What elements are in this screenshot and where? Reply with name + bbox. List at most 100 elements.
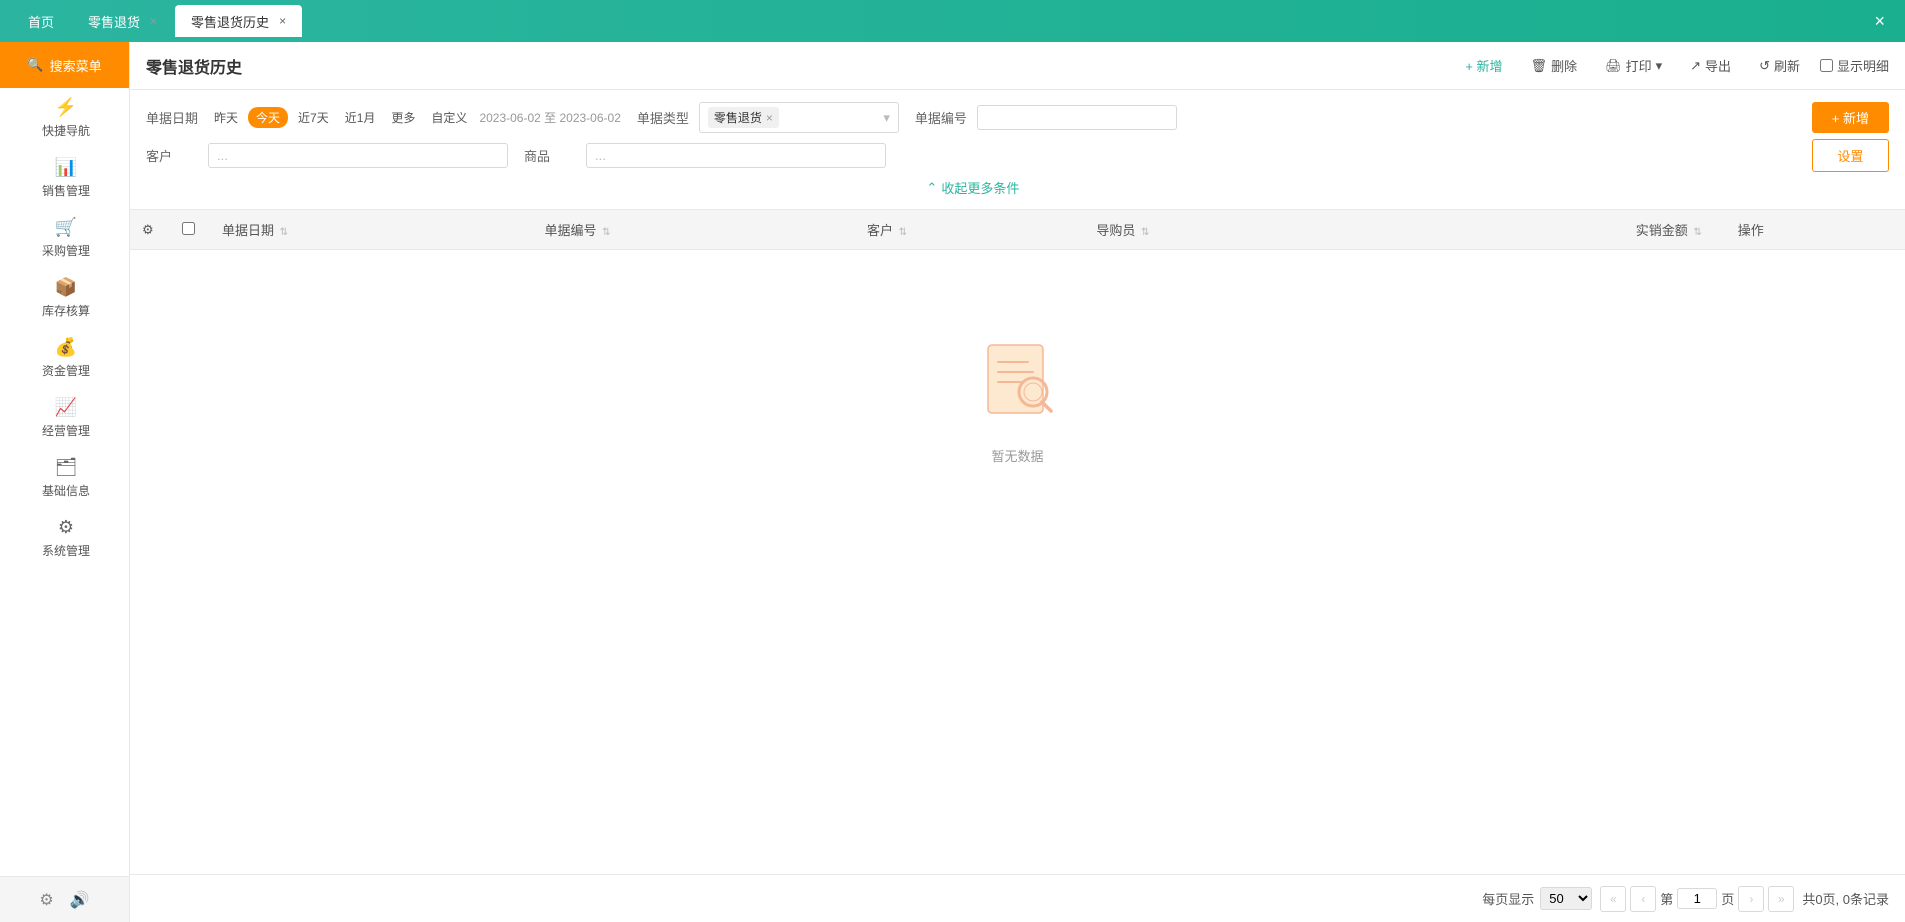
page-first-btn[interactable]: « <box>1600 886 1626 912</box>
basic-info-icon: 🗂 <box>55 457 78 478</box>
customer-input[interactable]: ... <box>208 143 508 168</box>
delete-button-label: 删除 <box>1551 56 1577 75</box>
sidebar-item-sales[interactable]: 📊 销售管理 <box>0 148 129 208</box>
collapse-filter-label: 收起更多条件 <box>941 178 1019 197</box>
page-header: 零售退货历史 + 新增 🗑 删除 🖨 打印 ▾ ↗ <box>130 42 1905 90</box>
date-1month-btn[interactable]: 近1月 <box>339 107 382 128</box>
export-button[interactable]: ↗ 导出 <box>1682 52 1739 79</box>
sidebar-item-finance[interactable]: 💰 资金管理 <box>0 328 129 388</box>
display-detail-checkbox[interactable] <box>1820 59 1833 72</box>
new-button[interactable]: + 新增 <box>1457 52 1510 79</box>
select-all-checkbox[interactable] <box>182 222 195 235</box>
page-prev-btn[interactable]: ‹ <box>1630 886 1656 912</box>
table-settings-icon[interactable]: ⚙ <box>142 222 154 237</box>
export-icon: ↗ <box>1690 58 1701 74</box>
settings-footer-icon[interactable]: ⚙ <box>39 890 53 910</box>
date-custom-btn[interactable]: 自定义 <box>425 107 473 128</box>
col-guide-sort[interactable]: ⇅ <box>1141 227 1149 238</box>
date-7days-btn[interactable]: 近7天 <box>292 107 335 128</box>
type-tag-remove[interactable]: × <box>766 111 773 125</box>
tab-home-label: 首页 <box>28 12 54 31</box>
tab-retail-return-history-label: 零售退货历史 <box>191 12 269 31</box>
tab-retail-return-close[interactable]: × <box>150 14 157 28</box>
col-amount-sort[interactable]: ⇅ <box>1693 227 1701 238</box>
empty-icon <box>968 330 1068 430</box>
page-next-btn[interactable]: › <box>1738 886 1764 912</box>
tab-home[interactable]: 首页 <box>12 5 70 37</box>
col-date-sort[interactable]: ⇅ <box>280 227 288 238</box>
sales-icon: 📊 <box>55 157 77 178</box>
page-number-input[interactable]: 1 <box>1677 888 1717 909</box>
type-select-dropdown[interactable]: 零售退货 × ▾ <box>699 102 899 133</box>
search-menu-button[interactable]: 🔍 搜索菜单 <box>0 42 129 88</box>
tab-retail-return-history[interactable]: 零售退货历史 × <box>175 5 302 37</box>
table-header: ⚙ 单据日期 ⇅ 单据编号 ⇅ <box>130 210 1905 250</box>
col-customer-label: 客户 <box>867 223 893 238</box>
col-customer-sort[interactable]: ⇅ <box>899 227 907 238</box>
header-actions: + 新增 🗑 删除 🖨 打印 ▾ ↗ 导出 <box>1457 52 1889 79</box>
filter-fields: 单据日期 昨天 今天 近7天 近1月 更多 自定义 2023-06-02 至 2… <box>146 102 1800 197</box>
customer-filter-label: 客户 <box>146 146 202 165</box>
empty-text: 暂无数据 <box>991 446 1043 465</box>
page-last-btn[interactable]: » <box>1768 886 1794 912</box>
sidebar-item-quick-nav[interactable]: ⚡ 快捷导航 <box>0 88 129 148</box>
filter-main-row: 单据日期 昨天 今天 近7天 近1月 更多 自定义 2023-06-02 至 2… <box>146 102 1889 197</box>
filter-row-1: 单据日期 昨天 今天 近7天 近1月 更多 自定义 2023-06-02 至 2… <box>146 102 1800 133</box>
filter-goods-item: 商品 ... <box>524 143 886 168</box>
sidebar-item-purchase-label: 采购管理 <box>42 242 90 259</box>
new-button-label: + 新增 <box>1465 56 1502 75</box>
goods-input[interactable]: ... <box>586 143 886 168</box>
per-page-select[interactable]: 10 20 50 100 <box>1540 887 1592 910</box>
refresh-button-label: 刷新 <box>1774 56 1800 75</box>
docnum-input[interactable] <box>977 105 1177 130</box>
filter-query-col: + 新增 设置 <box>1800 102 1889 197</box>
page-summary: 共0页, 0条记录 <box>1802 889 1889 908</box>
sidebar-item-operations[interactable]: 📈 经营管理 <box>0 388 129 448</box>
inventory-icon: 📦 <box>55 277 77 298</box>
finance-icon: 💰 <box>55 337 77 358</box>
refresh-icon: ↺ <box>1759 58 1770 74</box>
type-select-chevron: ▾ <box>883 110 890 126</box>
app-close-button[interactable]: × <box>1866 11 1893 32</box>
sidebar: 🔍 搜索菜单 ⚡ 快捷导航 📊 销售管理 🛒 采购管理 📦 库 <box>0 42 130 922</box>
sidebar-item-inventory[interactable]: 📦 库存核算 <box>0 268 129 328</box>
tab-retail-return-history-close[interactable]: × <box>279 14 286 28</box>
date-more-btn[interactable]: 更多 <box>385 107 421 128</box>
sidebar-item-system-label: 系统管理 <box>42 542 90 559</box>
top-bar: 首页 零售退货 × 零售退货历史 × × <box>0 0 1905 42</box>
refresh-button[interactable]: ↺ 刷新 <box>1751 52 1808 79</box>
tab-bar: 首页 零售退货 × 零售退货历史 × <box>12 5 1866 37</box>
page-input-group: 第 1 页 <box>1660 888 1734 909</box>
filter-date-item: 单据日期 昨天 今天 近7天 近1月 更多 自定义 2023-06-02 至 2… <box>146 107 621 128</box>
tab-retail-return[interactable]: 零售退货 × <box>72 5 173 37</box>
collapse-filter-button[interactable]: ⌃ 收起更多条件 <box>926 178 1019 197</box>
col-date: 单据日期 ⇅ <box>210 210 533 250</box>
col-docnum-sort[interactable]: ⇅ <box>602 227 610 238</box>
filter-settings-button[interactable]: 设置 <box>1812 139 1889 172</box>
filter-area: 单据日期 昨天 今天 近7天 近1月 更多 自定义 2023-06-02 至 2… <box>130 90 1905 210</box>
print-button[interactable]: 🖨 打印 ▾ <box>1597 52 1670 79</box>
search-menu-label: 搜索菜单 <box>50 56 102 75</box>
sidebar-item-basic-info[interactable]: 🗂 基础信息 <box>0 448 129 508</box>
col-docnum-label: 单据编号 <box>545 223 597 238</box>
date-today-btn[interactable]: 今天 <box>248 107 288 128</box>
date-yesterday-btn[interactable]: 昨天 <box>208 107 244 128</box>
delete-button[interactable]: 🗑 删除 <box>1523 52 1586 79</box>
data-table: ⚙ 单据日期 ⇅ 单据编号 ⇅ <box>130 210 1905 250</box>
type-tag: 零售退货 × <box>708 107 779 128</box>
goods-placeholder: ... <box>595 148 606 163</box>
main-layout: 🔍 搜索菜单 ⚡ 快捷导航 📊 销售管理 🛒 采购管理 📦 库 <box>0 42 1905 922</box>
col-settings: ⚙ <box>130 210 170 250</box>
sidebar-nav: ⚡ 快捷导航 📊 销售管理 🛒 采购管理 📦 库存核算 💰 资金管理 <box>0 88 129 876</box>
date-filter-label: 单据日期 <box>146 108 202 127</box>
col-amount: 实销金额 ⇅ <box>1360 210 1725 250</box>
purchase-icon: 🛒 <box>55 217 77 238</box>
audio-footer-icon[interactable]: 🔊 <box>70 890 90 910</box>
query-button[interactable]: + 新增 <box>1812 102 1889 133</box>
sidebar-item-purchase[interactable]: 🛒 采购管理 <box>0 208 129 268</box>
tab-retail-return-label: 零售退货 <box>88 12 140 31</box>
col-customer: 客户 ⇅ <box>855 210 1084 250</box>
col-docnum: 单据编号 ⇅ <box>533 210 856 250</box>
operations-icon: 📈 <box>55 397 77 418</box>
sidebar-item-system[interactable]: ⚙ 系统管理 <box>0 508 129 568</box>
